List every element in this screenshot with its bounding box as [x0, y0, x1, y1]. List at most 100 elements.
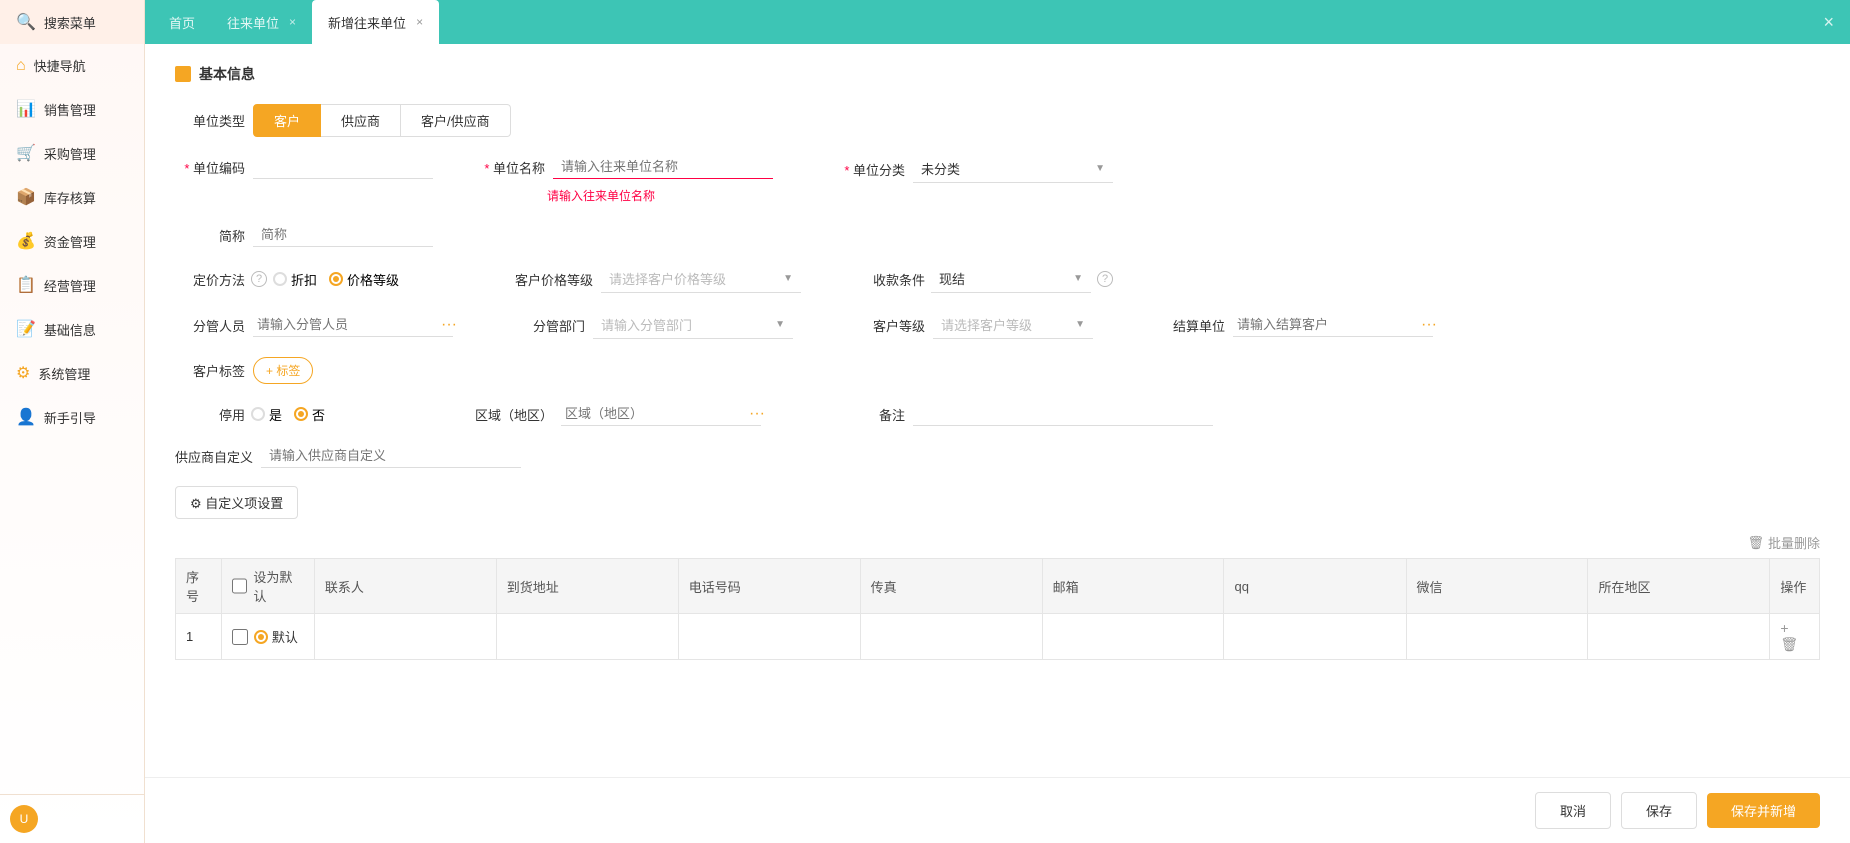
shortname-row: 简称: [175, 223, 1820, 247]
price-level-group: 客户价格等级 请选择客户价格等级 ▼: [515, 265, 855, 293]
unit-btn-both[interactable]: 客户/供应商: [401, 104, 511, 137]
wechat-input[interactable]: [1417, 629, 1578, 644]
address-input[interactable]: [507, 629, 668, 644]
select-all-checkbox[interactable]: [232, 578, 248, 594]
unit-btn-supplier[interactable]: 供应商: [321, 104, 401, 137]
payment-terms-select[interactable]: 现结 ▼: [931, 265, 1091, 293]
add-tag-label: + 标签: [266, 362, 300, 379]
customer-level-placeholder: 请选择客户等级: [941, 315, 1071, 334]
short-name-input[interactable]: [253, 223, 433, 247]
tab-new-partner-close[interactable]: ×: [416, 15, 423, 29]
unit-name-error: 请输入往来单位名称: [547, 189, 655, 203]
row-seq: 1: [176, 614, 222, 660]
manager-input[interactable]: [253, 313, 437, 336]
price-level-select[interactable]: 请选择客户价格等级 ▼: [601, 265, 801, 293]
payment-terms-label: 收款条件: [855, 270, 925, 289]
row-default-label: 默认: [272, 627, 298, 646]
email-input[interactable]: [1053, 629, 1214, 644]
row-add-btn[interactable]: +: [1780, 620, 1788, 636]
sidebar-label-operations: 经营管理: [44, 276, 96, 295]
sidebar-item-system[interactable]: ⚙ 系统管理: [0, 351, 144, 395]
customer-level-label: 客户等级: [855, 316, 925, 335]
price-level-arrow: ▼: [783, 273, 793, 284]
unit-code-input[interactable]: 000009: [253, 155, 433, 179]
sidebar-item-guide[interactable]: 👤 新手引导: [0, 395, 144, 439]
dept-placeholder: 请输入分管部门: [601, 315, 771, 334]
sidebar-item-sales[interactable]: 📊 销售管理: [0, 87, 144, 131]
disable-label: 停用: [175, 405, 245, 424]
table-row: 1 默认: [176, 614, 1820, 660]
sidebar-item-operations[interactable]: 📋 经营管理: [0, 263, 144, 307]
short-name-label: 简称: [175, 226, 245, 245]
sidebar-label-purchase: 采购管理: [44, 144, 96, 163]
col-default: 设为默认: [221, 559, 314, 614]
row-fax: [860, 614, 1042, 660]
sidebar-label-basic: 基础信息: [44, 320, 96, 339]
settlement-input[interactable]: [1233, 313, 1417, 336]
customer-level-select[interactable]: 请选择客户等级 ▼: [933, 311, 1093, 339]
dept-select[interactable]: 请输入分管部门 ▼: [593, 311, 793, 339]
sidebar-label-system: 系统管理: [38, 364, 90, 383]
settlement-more-btn[interactable]: ···: [1417, 316, 1441, 334]
sidebar-item-inventory[interactable]: 📦 库存核算: [0, 175, 144, 219]
unit-category-label: 单位分类: [835, 160, 905, 179]
sidebar-item-search[interactable]: 🔍 搜索菜单: [0, 0, 144, 44]
row-region-input[interactable]: [1598, 629, 1759, 644]
fax-input[interactable]: [871, 629, 1032, 644]
phone-input[interactable]: [689, 629, 850, 644]
unit-type-group: 单位类型 客户 供应商 客户/供应商: [175, 104, 1820, 137]
tab-new-partner[interactable]: 新增往来单位 ×: [312, 0, 439, 44]
radio-price-level-label: 价格等级: [347, 270, 399, 289]
sidebar-item-finance[interactable]: 💰 资金管理: [0, 219, 144, 263]
radio-no[interactable]: 否: [294, 405, 325, 424]
col-wechat: 微信: [1406, 559, 1588, 614]
save-button[interactable]: 保存: [1621, 792, 1697, 829]
settlement-label: 结算单位: [1155, 316, 1225, 335]
unit-btn-customer[interactable]: 客户: [253, 104, 321, 137]
radio-no-circle: [294, 407, 308, 421]
tab-partner[interactable]: 往来单位 ×: [211, 0, 312, 44]
qq-input[interactable]: [1234, 629, 1395, 644]
remark-input[interactable]: [913, 402, 1213, 426]
contact-input[interactable]: [325, 629, 486, 644]
batch-delete-btn[interactable]: 🗑 批量删除: [1747, 533, 1820, 552]
tab-home[interactable]: 首页: [153, 0, 211, 44]
tab-bar: 首页 往来单位 × 新增往来单位 × ×: [145, 0, 1850, 44]
cancel-button[interactable]: 取消: [1535, 792, 1611, 829]
supplier-custom-input[interactable]: [261, 444, 521, 468]
radio-price-level[interactable]: 价格等级: [329, 270, 399, 289]
add-tag-button[interactable]: + 标签: [253, 357, 313, 384]
unit-category-select[interactable]: 未分类 ▼: [913, 155, 1113, 183]
radio-yes[interactable]: 是: [251, 405, 282, 424]
row-checkbox[interactable]: [232, 629, 248, 645]
main-close-button[interactable]: ×: [1815, 12, 1842, 33]
row-default-radio[interactable]: 默认: [254, 627, 298, 646]
radio-yes-circle: [251, 407, 265, 421]
trash-icon: 🗑: [1747, 535, 1764, 551]
sidebar-item-purchase[interactable]: 🛒 采购管理: [0, 131, 144, 175]
unit-name-input[interactable]: [553, 155, 773, 179]
disable-group: 停用 是 否: [175, 405, 475, 424]
custom-settings-button[interactable]: ⚙ 自定义项设置: [175, 486, 298, 519]
payment-help-icon[interactable]: ?: [1097, 271, 1113, 287]
row-delete-btn[interactable]: 🗑: [1780, 636, 1798, 653]
radio-discount[interactable]: 折扣: [273, 270, 317, 289]
unit-type-buttons: 客户 供应商 客户/供应商: [253, 104, 511, 137]
sidebar-item-quick-nav[interactable]: ⌂ 快捷导航: [0, 44, 144, 87]
sidebar-item-basic[interactable]: 📝 基础信息: [0, 307, 144, 351]
region-input[interactable]: [561, 402, 745, 425]
manager-input-wrap: ···: [253, 313, 453, 337]
pricing-help-icon[interactable]: ?: [251, 271, 267, 287]
tab-partner-close[interactable]: ×: [289, 15, 296, 29]
sidebar-label-search: 搜索菜单: [44, 13, 96, 32]
chart-icon: 📊: [16, 99, 36, 119]
col-address: 到货地址: [496, 559, 678, 614]
save-new-button[interactable]: 保存并新增: [1707, 793, 1820, 828]
money-icon: 💰: [16, 231, 36, 251]
col-region: 所在地区: [1588, 559, 1770, 614]
tab-home-label: 首页: [169, 13, 195, 32]
col-qq: qq: [1224, 559, 1406, 614]
manager-more-btn[interactable]: ···: [437, 316, 461, 334]
row-address: [496, 614, 678, 660]
region-more-btn[interactable]: ···: [745, 405, 769, 423]
